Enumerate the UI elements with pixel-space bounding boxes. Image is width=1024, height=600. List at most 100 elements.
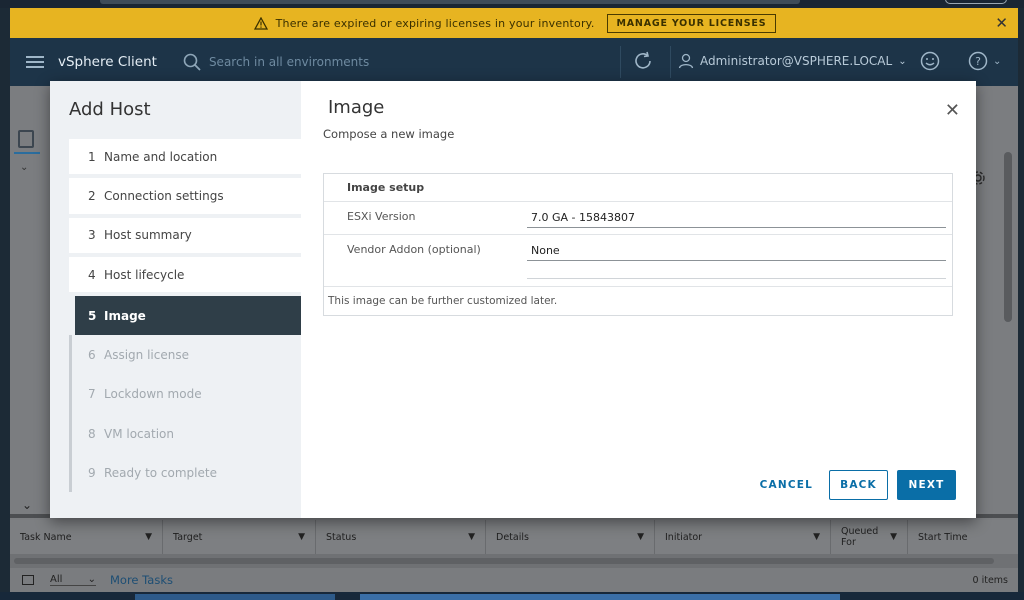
vendor-addon-select[interactable]: None — [527, 242, 946, 261]
wizard-actions: CANCEL BACK NEXT — [760, 470, 956, 500]
page-title: Image — [328, 97, 385, 118]
column-label: Initiator — [665, 531, 703, 543]
image-setup-panel: Image setup ESXi Version 7.0 GA - 158438… — [323, 173, 953, 316]
vendor-addon-label: Vendor Addon (optional) — [347, 243, 481, 256]
page-subtitle: Compose a new image — [323, 127, 455, 141]
header-divider — [670, 46, 671, 78]
search-icon — [183, 53, 201, 71]
horizontal-scrollbar[interactable] — [14, 558, 994, 564]
step-number: 7 — [88, 387, 96, 402]
wizard-step-host-lifecycle[interactable]: 4 Host lifecycle — [69, 256, 301, 297]
search-placeholder: Search in all environments — [208, 55, 370, 69]
nav-tab-indicator — [14, 152, 40, 154]
step-label: Lockdown mode — [104, 387, 202, 402]
feedback-smiley-icon[interactable] — [920, 51, 940, 75]
next-button[interactable]: NEXT — [897, 470, 956, 500]
column-label: Status — [326, 531, 357, 543]
wizard-content: Image Compose a new image ✕ Image setup … — [301, 81, 976, 518]
wizard-step-assign-license: 6 Assign license — [69, 335, 301, 374]
column-label: Task Name — [20, 531, 72, 543]
column-label: Details — [496, 531, 529, 543]
wizard-title: Add Host — [69, 99, 151, 120]
wizard-step-lockdown-mode: 7 Lockdown mode — [69, 375, 301, 414]
wizard-step-image[interactable]: 5 Image — [75, 296, 301, 336]
menu-icon[interactable] — [26, 53, 44, 71]
column-initiator[interactable]: Initiator ▼ — [655, 520, 831, 554]
filter-icon[interactable]: ▼ — [890, 532, 897, 542]
collapse-panel-icon[interactable]: ⌄ — [22, 498, 32, 512]
os-top-strip — [0, 0, 1024, 8]
wizard-step-host-summary[interactable]: 3 Host summary — [69, 217, 301, 257]
help-menu[interactable]: ? ⌄ — [968, 51, 1001, 71]
chevron-down-icon: ⌄ — [87, 574, 96, 585]
column-label: Queued For — [841, 526, 879, 548]
warning-icon — [252, 15, 270, 31]
os-taskbar — [0, 592, 1024, 600]
add-host-dialog: Add Host 1 Name and location 2 Connection … — [50, 81, 976, 518]
column-label: Target — [173, 531, 203, 543]
step-number: 1 — [88, 149, 96, 164]
tasks-table-header: Task Name ▼ Target ▼ Status ▼ Details ▼ Init… — [10, 520, 1018, 554]
esxi-version-row: ESXi Version 7.0 GA - 15843807 — [324, 202, 952, 235]
step-number: 3 — [88, 228, 96, 243]
step-label: Name and location — [104, 149, 218, 164]
column-start-time[interactable]: Start Time — [908, 520, 1018, 554]
tasks-footer: All ⌄ More Tasks 0 items — [10, 568, 1018, 592]
wizard-step-panel: Add Host 1 Name and location 2 Connection … — [50, 81, 301, 518]
taskbar-segment — [135, 594, 335, 600]
wizard-step-vm-location: 8 VM location — [69, 414, 301, 453]
app-header: vSphere Client Search in all environment… — [10, 38, 1018, 86]
help-icon: ? — [968, 51, 988, 71]
filter-icon[interactable]: ▼ — [468, 532, 475, 542]
column-queued-for[interactable]: Queued For ▼ — [831, 520, 908, 554]
cancel-button[interactable]: CANCEL — [760, 479, 813, 491]
app-title: vSphere Client — [58, 54, 157, 70]
user-menu[interactable]: Administrator@VSPHERE.LOCAL ⌄ — [678, 53, 907, 69]
header-divider — [620, 46, 621, 78]
filter-icon[interactable]: ▼ — [145, 532, 152, 542]
step-number: 2 — [88, 188, 96, 203]
filter-icon[interactable]: ▼ — [813, 532, 820, 542]
task-filter-select[interactable]: All ⌄ — [50, 574, 96, 586]
esxi-version-select[interactable]: 7.0 GA - 15843807 — [527, 209, 946, 228]
manage-licenses-button[interactable]: MANAGE YOUR LICENSES — [606, 13, 777, 33]
task-filter-value: All — [50, 574, 63, 585]
column-status[interactable]: Status ▼ — [316, 520, 486, 554]
image-setup-note: This image can be further customized lat… — [328, 295, 558, 307]
step-label: Host summary — [104, 228, 192, 243]
refresh-icon[interactable] — [632, 50, 654, 76]
column-toggle-icon[interactable] — [22, 575, 34, 585]
esxi-version-label: ESXi Version — [347, 210, 416, 223]
wizard-step-name-and-location[interactable]: 1 Name and location — [69, 139, 301, 179]
global-search[interactable]: Search in all environments — [183, 53, 583, 71]
vendor-addon-extra-line — [527, 270, 946, 279]
back-button[interactable]: BACK — [829, 470, 888, 500]
close-icon[interactable]: ✕ — [995, 14, 1008, 32]
step-number: 9 — [88, 466, 96, 481]
column-target[interactable]: Target ▼ — [163, 520, 316, 554]
user-icon — [678, 53, 694, 69]
step-label: Host lifecycle — [104, 267, 185, 282]
step-number: 6 — [88, 348, 96, 363]
step-label: Ready to complete — [104, 466, 217, 481]
step-number: 4 — [88, 267, 96, 282]
step-label: Assign license — [104, 348, 189, 363]
wizard-step-connection-settings[interactable]: 2 Connection settings — [69, 178, 301, 218]
chevron-down-icon: ⌄ — [898, 55, 907, 67]
column-details[interactable]: Details ▼ — [486, 520, 655, 554]
browser-control — [945, 0, 1007, 4]
column-label: Start Time — [918, 531, 968, 543]
taskbar-segment — [360, 594, 840, 600]
more-tasks-link[interactable]: More Tasks — [110, 573, 173, 587]
close-icon[interactable]: ✕ — [945, 100, 960, 121]
vertical-scrollbar[interactable] — [1004, 152, 1012, 322]
wizard-step-ready-to-complete: 9 Ready to complete — [69, 453, 301, 492]
chevron-down-icon: ⌄ — [993, 55, 1002, 67]
step-label: Connection settings — [104, 188, 224, 203]
step-number: 8 — [88, 426, 96, 441]
column-task-name[interactable]: Task Name ▼ — [10, 520, 163, 554]
filter-icon[interactable]: ▼ — [637, 532, 644, 542]
filter-icon[interactable]: ▼ — [298, 532, 305, 542]
hosts-clusters-icon — [18, 130, 34, 148]
step-label: VM location — [104, 426, 174, 441]
